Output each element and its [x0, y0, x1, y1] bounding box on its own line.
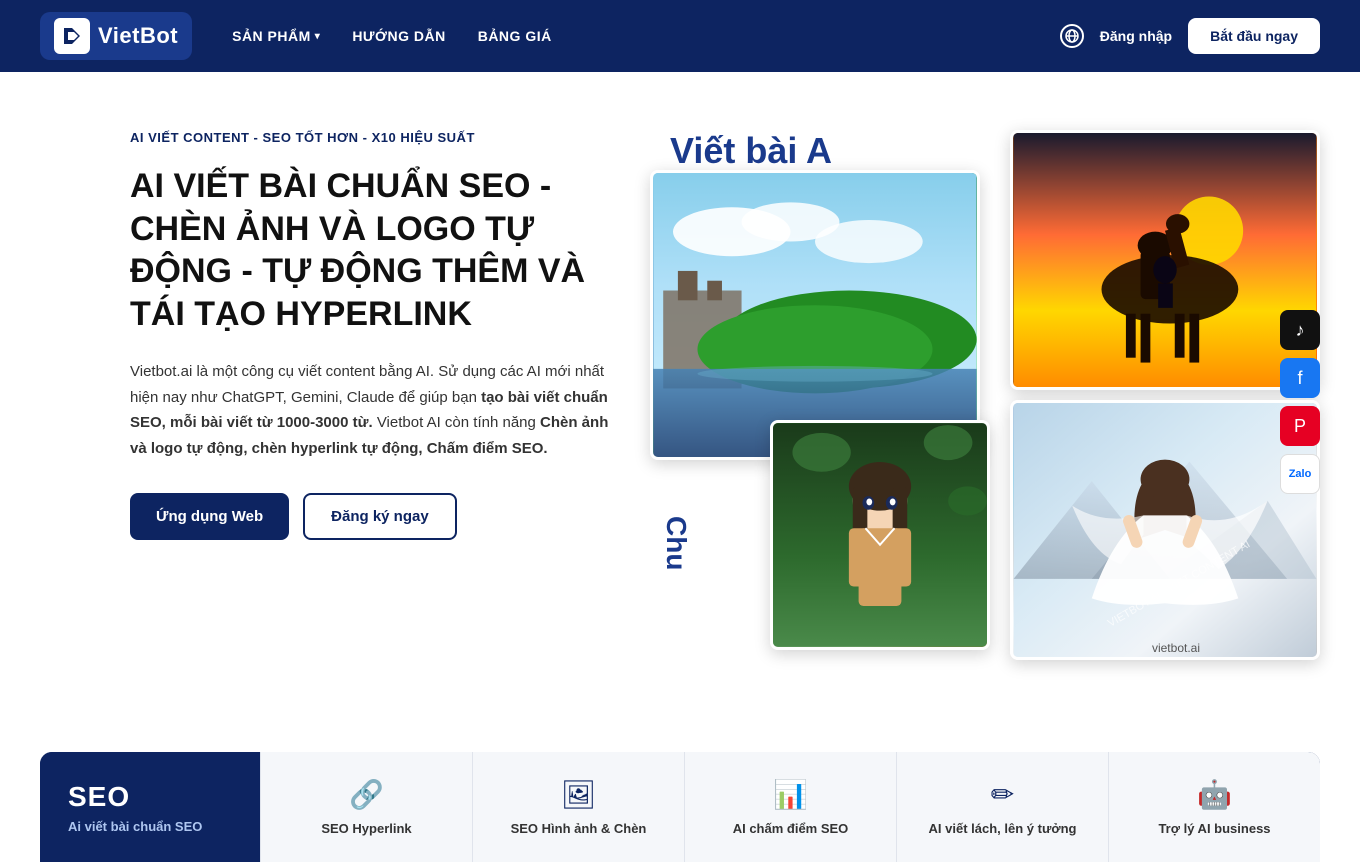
- hyperlink-icon: 🔗: [349, 778, 384, 811]
- hero-buttons: Ứng dụng Web Đăng ký ngay: [130, 493, 610, 540]
- hero-desc-plain2: Vietbot AI còn tính năng: [373, 414, 540, 431]
- nav-bang-gia[interactable]: BẢNG GIÁ: [478, 28, 552, 44]
- feature-seo: SEO Ai viết bài chuẩn SEO: [40, 752, 260, 862]
- feature-items: 🔗 SEO Hyperlink 🖼 SEO Hình ảnh & Chèn 📊 …: [260, 752, 1320, 862]
- login-button[interactable]: Đăng nhập: [1100, 28, 1172, 44]
- feature-item-writing-label: AI viết lách, lên ý tưởng: [929, 821, 1077, 836]
- feature-item-hyperlink[interactable]: 🔗 SEO Hyperlink: [260, 752, 472, 862]
- feature-seo-sub: Ai viết bài chuẩn SEO: [68, 819, 202, 834]
- hero-image-lake: [650, 170, 980, 460]
- pinterest-button[interactable]: P: [1280, 406, 1320, 446]
- image-icon: 🖼: [561, 778, 597, 811]
- hero-right: Viết bài A: [650, 110, 1320, 670]
- feature-item-business-label: Trợ lý AI business: [1158, 821, 1270, 836]
- nav-san-pham[interactable]: SẢN PHẨM ▾: [232, 28, 320, 44]
- feature-item-seo-label: AI chấm điểm SEO: [733, 821, 849, 836]
- pinterest-icon: P: [1294, 416, 1306, 437]
- writing-icon: ✏: [991, 778, 1014, 811]
- nav-huong-dan[interactable]: HƯỚNG DẪN: [352, 28, 445, 44]
- logo-icon: [54, 18, 90, 54]
- navbar-right: Đăng nhập Bắt đầu ngay: [1060, 18, 1320, 54]
- start-button[interactable]: Bắt đầu ngay: [1188, 18, 1320, 54]
- hero-title: AI VIẾT BÀI CHUẨN SEO - CHÈN ẢNH VÀ LOGO…: [130, 165, 610, 335]
- vietbot-label: vietbot.ai: [1152, 641, 1200, 655]
- feature-item-ai-business[interactable]: 🤖 Trợ lý AI business: [1108, 752, 1320, 862]
- collage-title: Viết bài A: [670, 130, 832, 172]
- facebook-icon: f: [1297, 368, 1302, 389]
- seo-score-icon: 📊: [773, 778, 808, 811]
- nav-links: SẢN PHẨM ▾ HƯỚNG DẪN BẢNG GIÁ: [232, 28, 552, 44]
- zalo-button[interactable]: Zalo: [1280, 454, 1320, 494]
- feature-item-image-label: SEO Hình ảnh & Chèn: [511, 821, 647, 836]
- logo[interactable]: VietBot: [40, 12, 192, 60]
- navbar: VietBot SẢN PHẨM ▾ HƯỚNG DẪN BẢNG GIÁ: [0, 0, 1360, 72]
- ai-business-icon: 🤖: [1197, 778, 1232, 811]
- tiktok-icon: ♪: [1296, 320, 1305, 341]
- globe-icon: [1060, 24, 1084, 48]
- caret-icon: ▾: [315, 31, 321, 42]
- hero-section: AI VIẾT CONTENT - SEO TỐT HƠN - X10 HIỆU…: [0, 72, 1360, 752]
- register-button[interactable]: Đăng ký ngay: [303, 493, 457, 540]
- hero-image-anime: [770, 420, 990, 650]
- feature-item-hyperlink-label: SEO Hyperlink: [321, 821, 411, 836]
- feature-bar-inner: SEO Ai viết bài chuẩn SEO 🔗 SEO Hyperlin…: [40, 752, 1320, 862]
- globe-button[interactable]: [1060, 24, 1084, 48]
- hero-left: AI VIẾT CONTENT - SEO TỐT HƠN - X10 HIỆU…: [130, 120, 610, 540]
- hero-image-dress: [1010, 400, 1320, 660]
- feature-item-writing[interactable]: ✏ AI viết lách, lên ý tưởng: [896, 752, 1108, 862]
- feature-item-image[interactable]: 🖼 SEO Hình ảnh & Chèn: [472, 752, 684, 862]
- feature-seo-label: SEO: [68, 781, 130, 813]
- logo-text: VietBot: [98, 23, 178, 49]
- hero-tag: AI VIẾT CONTENT - SEO TỐT HƠN - X10 HIỆU…: [130, 130, 610, 145]
- feature-bar: SEO Ai viết bài chuẩn SEO 🔗 SEO Hyperlin…: [0, 752, 1360, 862]
- web-app-button[interactable]: Ứng dụng Web: [130, 493, 289, 540]
- navbar-left: VietBot SẢN PHẨM ▾ HƯỚNG DẪN BẢNG GIÁ: [40, 12, 552, 60]
- hero-image-horse: [1010, 130, 1320, 390]
- chu-text: Chu: [660, 516, 692, 570]
- social-sidebar: ♪ f P Zalo: [1280, 310, 1320, 494]
- zalo-icon: Zalo: [1289, 468, 1312, 480]
- tiktok-button[interactable]: ♪: [1280, 310, 1320, 350]
- feature-item-seo-score[interactable]: 📊 AI chấm điểm SEO: [684, 752, 896, 862]
- hero-desc: Vietbot.ai là một công cụ viết content b…: [130, 359, 610, 461]
- facebook-button[interactable]: f: [1280, 358, 1320, 398]
